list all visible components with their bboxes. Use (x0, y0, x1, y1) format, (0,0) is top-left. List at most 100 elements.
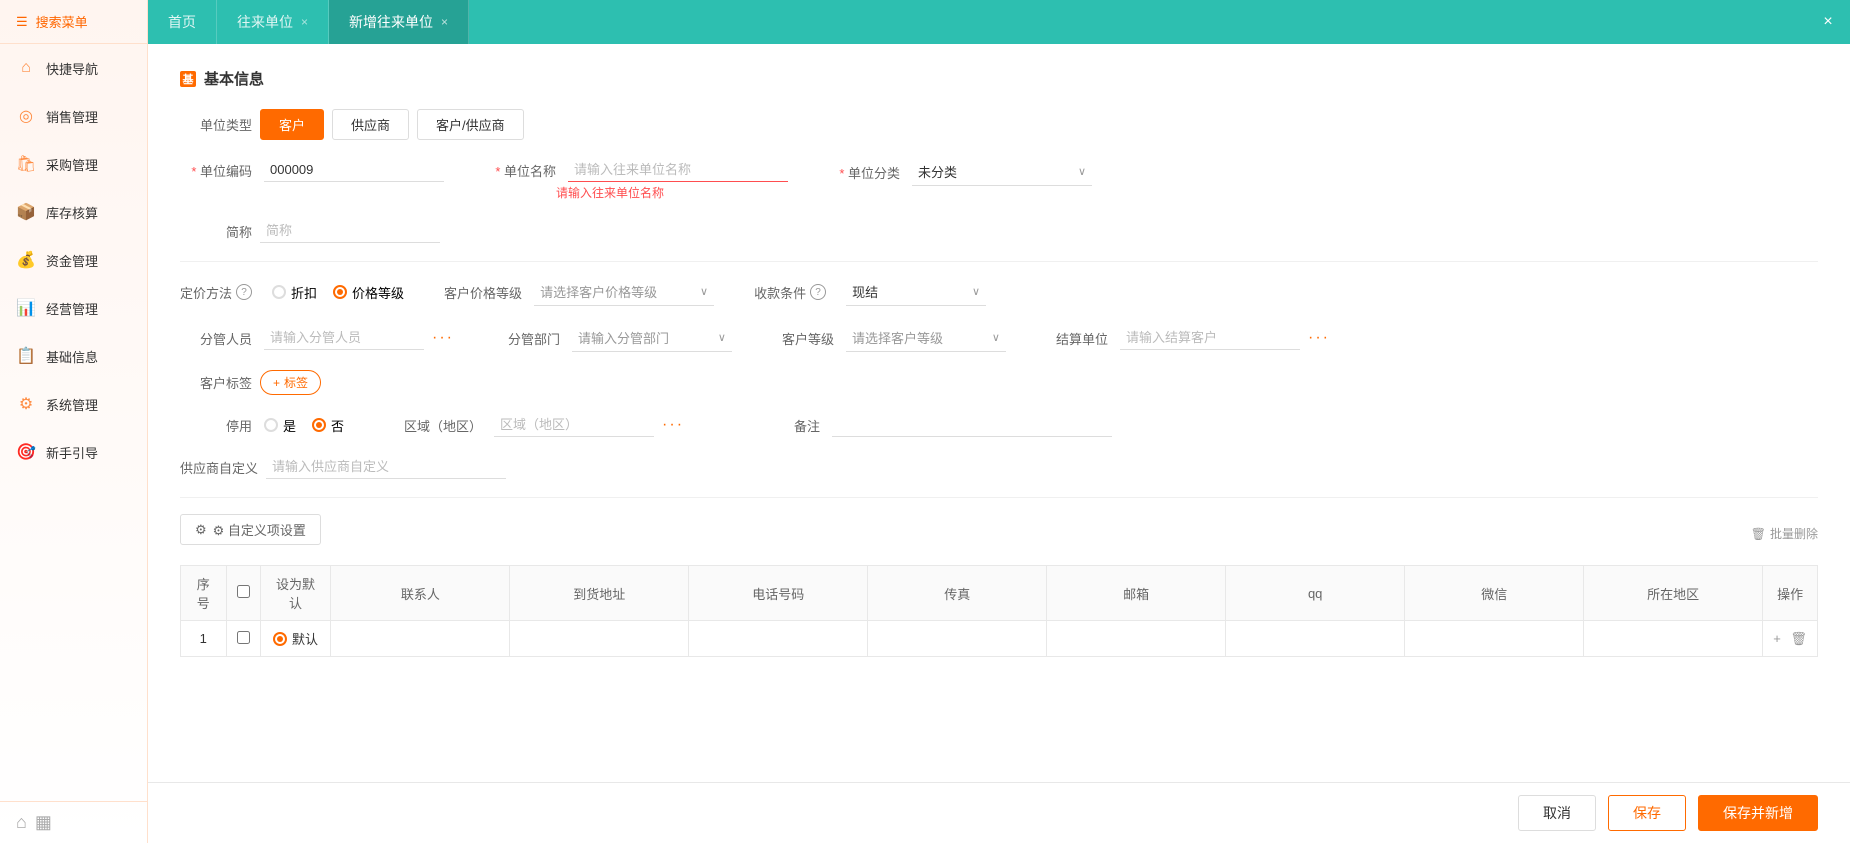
disabled-yes-radio[interactable]: 是 (264, 416, 296, 435)
select-all-checkbox[interactable] (237, 585, 250, 598)
gear-icon: ⚙ (195, 522, 207, 538)
operations-label: 经营管理 (46, 299, 98, 318)
customer-price-level-select[interactable]: 请选择客户价格等级 ∨ (534, 278, 714, 306)
row-contact-input[interactable] (341, 631, 499, 646)
save-button[interactable]: 保存 (1608, 795, 1686, 831)
sidebar-item-inventory[interactable]: 📦 库存核算 (0, 188, 147, 236)
customer-tag-label: 客户标签 (180, 373, 260, 392)
sidebar-item-finance[interactable]: 💰 资金管理 (0, 236, 147, 284)
row-address-input[interactable] (520, 631, 678, 646)
sidebar-item-basic-info[interactable]: 📋 基础信息 (0, 332, 147, 380)
payment-terms-help-icon[interactable]: ? (810, 284, 826, 300)
remarks-input[interactable] (832, 413, 1112, 437)
settlement-unit-field: 结算单位 ··· (1036, 326, 1334, 350)
delete-row-btn[interactable]: 🗑 (1790, 631, 1807, 646)
tab-close-new-counterparty[interactable]: × (441, 15, 448, 29)
main-area: 首页往来单位×新增往来单位× × 基 基本信息 单位类型 客户 供应商 客户/供… (148, 0, 1850, 843)
add-row-btn[interactable]: + (1773, 631, 1781, 646)
row-wechat-input[interactable] (1415, 631, 1573, 646)
row-fax-input[interactable] (878, 631, 1036, 646)
row-email-input[interactable] (1057, 631, 1215, 646)
custom-settings-btn[interactable]: ⚙ ⚙ 自定义项设置 (180, 514, 321, 545)
manager-more-btn[interactable]: ··· (428, 329, 458, 347)
save-add-button[interactable]: 保存并新增 (1698, 795, 1818, 831)
pricing-level-radio[interactable]: 价格等级 (333, 283, 404, 302)
unit-code-input[interactable] (264, 158, 444, 182)
unit-type-supplier-btn[interactable]: 供应商 (332, 109, 409, 140)
tab-home[interactable]: 首页 (148, 0, 217, 44)
customer-price-level-field: 客户价格等级 请选择客户价格等级 ∨ (444, 278, 714, 306)
cancel-button[interactable]: 取消 (1518, 795, 1596, 831)
sidebar-nav: ⌂ 快捷导航 ◎ 销售管理 🛍 采购管理 📦 库存核算 💰 资金管理 📊 经营管… (0, 44, 147, 476)
sidebar-item-sales[interactable]: ◎ 销售管理 (0, 92, 147, 140)
inventory-icon: 📦 (16, 202, 36, 222)
row-select-checkbox[interactable] (237, 631, 250, 644)
table-row: 1 默认 (181, 621, 1818, 657)
disabled-no-radio[interactable]: 否 (312, 416, 344, 435)
unit-name-input[interactable] (568, 158, 788, 182)
department-arrow-icon: ∨ (718, 331, 726, 344)
sidebar-item-purchase[interactable]: 🛍 采购管理 (0, 140, 147, 188)
region-input[interactable] (494, 413, 654, 437)
row-region[interactable] (1584, 621, 1763, 657)
row-phone-input[interactable] (699, 631, 857, 646)
region-more-btn[interactable]: ··· (658, 416, 688, 434)
row-region-input[interactable] (1594, 631, 1752, 646)
pricing-level-circle (333, 285, 347, 299)
purchase-icon: 🛍 (16, 154, 36, 174)
tab-close-counterparty[interactable]: × (301, 15, 308, 29)
add-tag-btn[interactable]: + 标签 (260, 370, 321, 395)
search-menu-item[interactable]: ☰ 搜索菜单 (0, 0, 147, 44)
unit-type-label: 单位类型 (180, 115, 260, 134)
quick-nav-icon: ⌂ (16, 58, 36, 78)
manager-input[interactable] (264, 326, 424, 350)
tab-new-counterparty[interactable]: 新增往来单位× (329, 0, 469, 44)
row-checkbox[interactable] (226, 621, 260, 657)
unit-type-both-btn[interactable]: 客户/供应商 (417, 109, 524, 140)
sidebar-item-quick-nav[interactable]: ⌂ 快捷导航 (0, 44, 147, 92)
row-contact[interactable] (331, 621, 510, 657)
settlement-unit-input[interactable] (1120, 326, 1300, 350)
row-qq-input[interactable] (1236, 631, 1394, 646)
pricing-discount-radio[interactable]: 折扣 (272, 283, 317, 302)
row-fax[interactable] (868, 621, 1047, 657)
payment-terms-select[interactable]: 现结 ∨ (846, 278, 986, 306)
row-address[interactable] (510, 621, 689, 657)
row-default: 默认 (260, 621, 331, 657)
supplier-custom-label: 供应商自定义 (180, 458, 266, 477)
row-wechat[interactable] (1405, 621, 1584, 657)
short-name-row: 简称 (180, 219, 1818, 243)
purchase-label: 采购管理 (46, 155, 98, 174)
region-field: 区域（地区） ··· (404, 413, 688, 437)
unit-type-customer-btn[interactable]: 客户 (260, 109, 324, 140)
disabled-no-label: 否 (331, 416, 344, 435)
sidebar-item-newbie[interactable]: 🎯 新手引导 (0, 428, 147, 476)
sidebar-item-operations[interactable]: 📊 经营管理 (0, 284, 147, 332)
row-qq[interactable] (1226, 621, 1405, 657)
tab-counterparty[interactable]: 往来单位× (217, 0, 329, 44)
contact-table-head: 序号 设为默认 联系人 到货地址 电话号码 传真 邮箱 qq 微信 所在地区 操… (181, 566, 1818, 621)
customer-level-select[interactable]: 请选择客户等级 ∨ (846, 324, 1006, 352)
short-name-input[interactable] (260, 219, 440, 243)
unit-type-group: 客户 供应商 客户/供应商 (260, 109, 524, 140)
unit-category-field: 单位分类 未分类 ∨ (828, 158, 1092, 186)
customer-tag-row: 客户标签 + 标签 (180, 370, 1818, 395)
batch-delete-btn[interactable]: 🗑 批量删除 (1751, 525, 1818, 542)
section-title-icon: 基 (180, 71, 196, 87)
unit-category-select[interactable]: 未分类 ∨ (912, 158, 1092, 186)
disabled-yes-label: 是 (283, 416, 296, 435)
batch-delete-label: 批量删除 (1770, 525, 1818, 542)
department-select[interactable]: 请输入分管部门 ∨ (572, 324, 732, 352)
sidebar-item-system[interactable]: ⚙ 系统管理 (0, 380, 147, 428)
plus-icon: + (273, 376, 280, 390)
settlement-unit-more-btn[interactable]: ··· (1304, 329, 1334, 347)
basic-info-icon: 📋 (16, 346, 36, 366)
row-default-radio[interactable]: 默认 (271, 629, 321, 648)
row-phone[interactable] (689, 621, 868, 657)
supplier-custom-input[interactable] (266, 455, 506, 479)
pricing-help-icon[interactable]: ? (236, 284, 252, 300)
footer: 取消 保存 保存并新增 (148, 782, 1850, 843)
sales-icon: ◎ (16, 106, 36, 126)
row-email[interactable] (1047, 621, 1226, 657)
window-close-button[interactable]: × (1806, 0, 1850, 44)
